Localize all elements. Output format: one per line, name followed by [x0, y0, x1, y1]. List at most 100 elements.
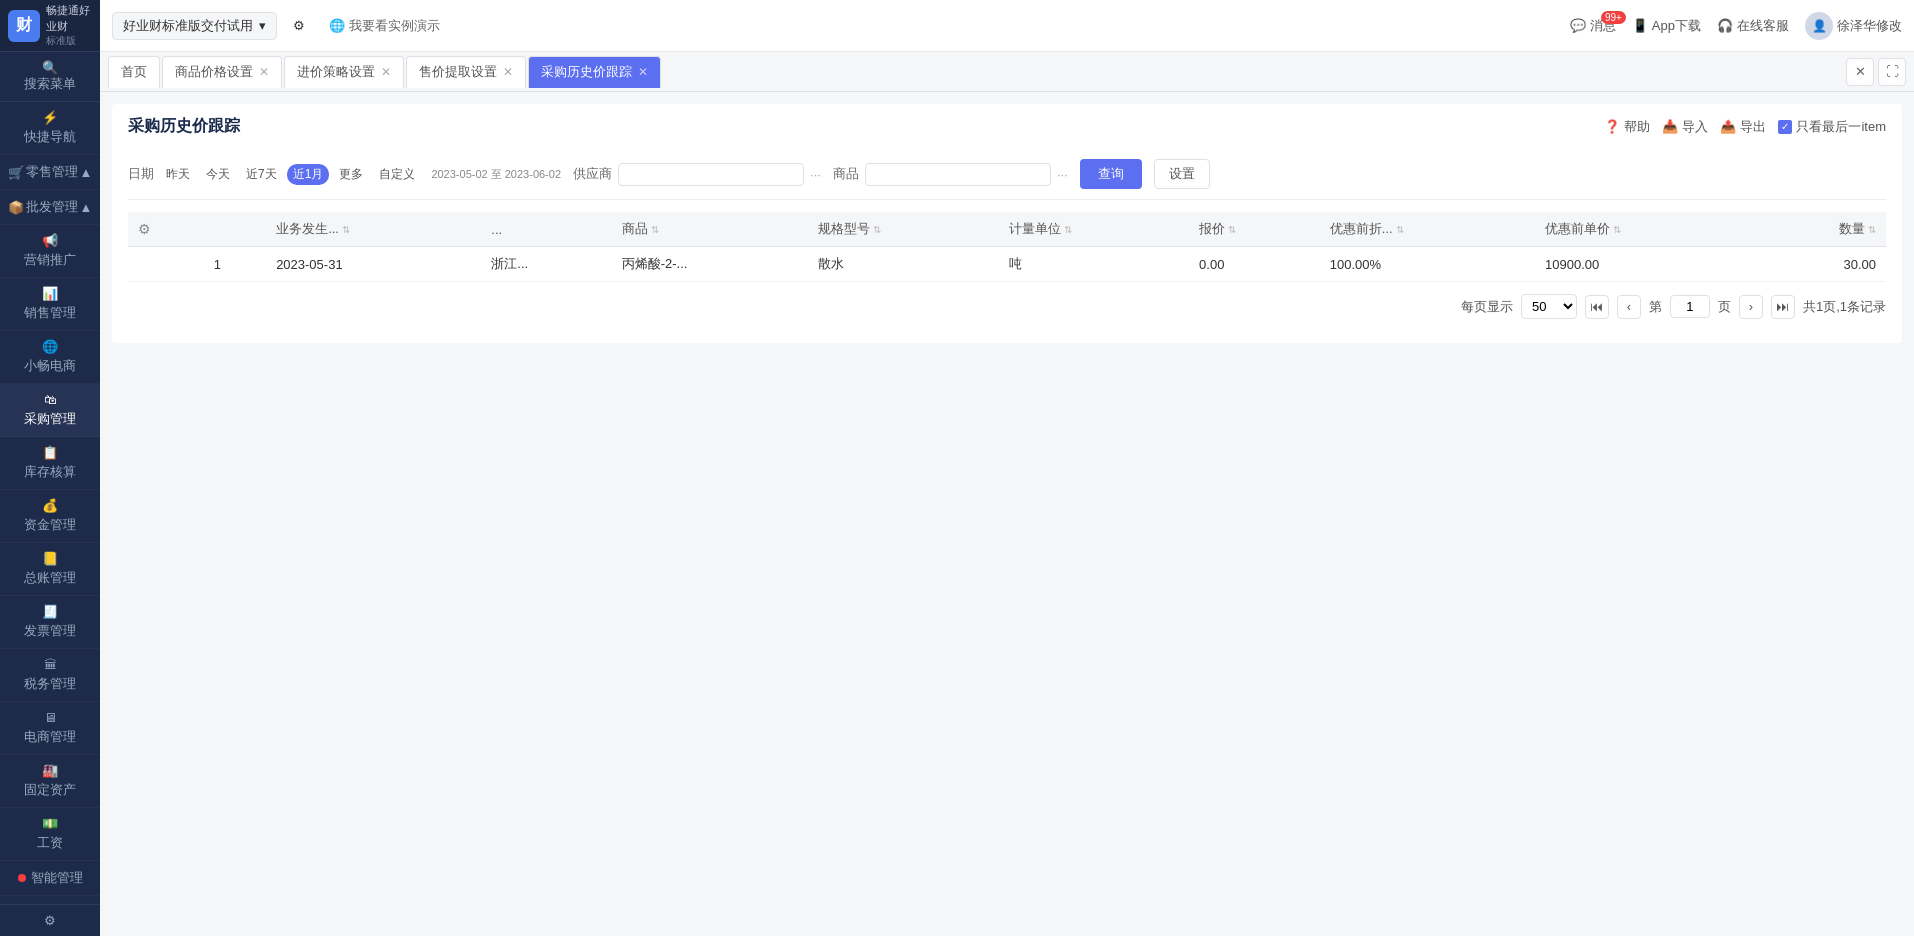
col-biz-date[interactable]: 业务发生... ⇅ — [266, 212, 481, 247]
online-service-btn[interactable]: 🎧 在线客服 — [1717, 17, 1789, 35]
tab-purchase-history-close[interactable]: ✕ — [638, 65, 648, 79]
sidebar-wholesale-label: 批发管理 — [26, 198, 78, 216]
sidebar-item-retail[interactable]: 🛒 零售管理 ▲ — [0, 155, 100, 190]
sidebar-item-ai[interactable]: 智能管理 — [0, 861, 100, 896]
sidebar-item-ecommerce-small[interactable]: 🌐 小畅电商 — [0, 331, 100, 384]
date-option-7days[interactable]: 近7天 — [240, 164, 283, 185]
user-menu-btn[interactable]: 👤 徐泽华修改 — [1805, 12, 1902, 40]
tab-price-settings[interactable]: 商品价格设置 ✕ — [162, 56, 282, 88]
sidebar-item-tax[interactable]: 🏛 税务管理 — [0, 649, 100, 702]
col-quote[interactable]: 报价 ⇅ — [1189, 212, 1320, 247]
sort-icon-goods: ⇅ — [651, 224, 659, 235]
settings-btn[interactable]: ⚙ — [285, 14, 313, 37]
date-option-more[interactable]: 更多 — [333, 164, 369, 185]
sort-icon-pre-discount: ⇅ — [1613, 224, 1621, 235]
messages-btn[interactable]: 💬 消息 99+ — [1570, 17, 1616, 35]
supplier-more-icon[interactable]: ··· — [810, 167, 821, 182]
page-first-btn[interactable]: ⏮ — [1585, 295, 1609, 319]
table-header-row: ⚙ 业务发生... ⇅ ... — [128, 212, 1886, 247]
supplier-input[interactable] — [618, 163, 804, 186]
col-spec-sort[interactable]: 规格型号 ⇅ — [818, 220, 881, 238]
col-more-label: ... — [491, 222, 502, 237]
sidebar-item-payroll[interactable]: 💵 工资 — [0, 808, 100, 861]
date-option-1month[interactable]: 近1月 — [287, 164, 330, 185]
sort-icon-spec: ⇅ — [873, 224, 881, 235]
col-unit-sort[interactable]: 计量单位 ⇅ — [1009, 220, 1072, 238]
help-btn[interactable]: ❓ 帮助 — [1604, 118, 1650, 136]
sidebar-item-assets[interactable]: 🏭 固定资产 — [0, 755, 100, 808]
sidebar-search-label: 搜索菜单 — [8, 75, 92, 93]
page-next-btn[interactable]: › — [1739, 295, 1763, 319]
tab-close-btn[interactable]: ✕ — [1846, 58, 1874, 86]
tab-purchase-strategy-close[interactable]: ✕ — [381, 65, 391, 79]
col-pre-discount-sort[interactable]: 优惠前单价 ⇅ — [1545, 220, 1621, 238]
tab-home[interactable]: 首页 — [108, 56, 160, 88]
supplier-filter-label: 供应商 — [573, 165, 612, 183]
query-button[interactable]: 查询 — [1080, 159, 1142, 189]
sidebar-item-settings[interactable]: ⚙ — [0, 904, 100, 936]
tab-selling-price[interactable]: 售价提取设置 ✕ — [406, 56, 526, 88]
tab-expand-btn[interactable]: ⛶ — [1878, 58, 1906, 86]
sidebar: 财 畅捷通好业财 标准版 🔍 搜索菜单 ⚡ 快捷导航 🛒 零售管理 ▲ 📦 批发… — [0, 0, 100, 936]
col-unit[interactable]: 计量单位 ⇅ — [999, 212, 1189, 247]
sort-icon-quote: ⇅ — [1228, 224, 1236, 235]
sidebar-item-ecommerce[interactable]: 🖥 电商管理 — [0, 702, 100, 755]
tab-purchase-strategy[interactable]: 进价策略设置 ✕ — [284, 56, 404, 88]
date-filter-group: 日期 昨天 今天 近7天 近1月 更多 自定义 2023-05-02 至 202… — [128, 164, 561, 185]
total-info: 共1页,1条记录 — [1803, 298, 1886, 316]
tax-icon: 🏛 — [44, 657, 57, 672]
col-quantity[interactable]: 数量 ⇅ — [1755, 212, 1886, 247]
sidebar-item-sales[interactable]: 📊 销售管理 — [0, 278, 100, 331]
col-goods-sort[interactable]: 商品 ⇅ — [622, 220, 659, 238]
tabs-right-actions: ✕ ⛶ — [1846, 58, 1906, 86]
sidebar-item-finance[interactable]: 💰 资金管理 — [0, 490, 100, 543]
col-biz-date-sort[interactable]: 业务发生... ⇅ — [276, 220, 350, 238]
date-option-yesterday[interactable]: 昨天 — [160, 164, 196, 185]
sidebar-item-ledger[interactable]: 📒 总账管理 — [0, 543, 100, 596]
app-download-btn[interactable]: 📱 App下载 — [1632, 17, 1701, 35]
goods-more-icon[interactable]: ··· — [1057, 167, 1068, 182]
sidebar-ecommerce-small-label: 小畅电商 — [24, 357, 76, 375]
version-selector[interactable]: 好业财标准版交付试用 ▾ — [112, 12, 277, 40]
page-last-btn[interactable]: ⏭ — [1771, 295, 1795, 319]
col-pre-discount-price[interactable]: 优惠前单价 ⇅ — [1535, 212, 1755, 247]
date-option-custom[interactable]: 自定义 — [373, 164, 421, 185]
sidebar-item-inventory[interactable]: 📋 库存核算 — [0, 437, 100, 490]
page-input[interactable] — [1670, 295, 1710, 318]
goods-input[interactable] — [865, 163, 1051, 186]
import-btn[interactable]: 📥 导入 — [1662, 118, 1708, 136]
sidebar-quicknav-label: 快捷导航 — [24, 128, 76, 146]
export-btn[interactable]: 📤 导出 — [1720, 118, 1766, 136]
col-discount-sort[interactable]: 优惠前折... ⇅ — [1330, 220, 1404, 238]
col-quantity-sort[interactable]: 数量 ⇅ — [1839, 220, 1876, 238]
gear-col-icon[interactable]: ⚙ — [138, 221, 151, 237]
settings-button[interactable]: 设置 — [1154, 159, 1210, 189]
col-spec[interactable]: 规格型号 ⇅ — [808, 212, 998, 247]
sidebar-item-wholesale[interactable]: 📦 批发管理 ▲ — [0, 190, 100, 225]
sidebar-item-search[interactable]: 🔍 搜索菜单 — [0, 52, 100, 102]
sidebar-item-marketing[interactable]: 📢 营销推广 — [0, 225, 100, 278]
per-page-select[interactable]: 50 100 200 — [1521, 294, 1577, 319]
col-goods-label: 商品 — [622, 220, 648, 238]
tab-price-settings-label: 商品价格设置 — [175, 63, 253, 81]
only-latest-toggle[interactable]: ✓ 只看最后一item — [1778, 118, 1886, 136]
col-quote-sort[interactable]: 报价 ⇅ — [1199, 220, 1236, 238]
sidebar-ledger-label: 总账管理 — [24, 569, 76, 587]
date-option-today[interactable]: 今天 — [200, 164, 236, 185]
tab-price-settings-close[interactable]: ✕ — [259, 65, 269, 79]
demo-btn[interactable]: 🌐 我要看实例演示 — [329, 17, 440, 35]
col-gear: ⚙ — [128, 212, 204, 247]
sidebar-item-invoice[interactable]: 🧾 发票管理 — [0, 596, 100, 649]
tab-purchase-history[interactable]: 采购历史价跟踪 ✕ — [528, 56, 661, 88]
sidebar-item-purchase[interactable]: 🛍 采购管理 — [0, 384, 100, 437]
tab-selling-price-close[interactable]: ✕ — [503, 65, 513, 79]
sidebar-tax-label: 税务管理 — [24, 675, 76, 693]
col-quote-label: 报价 — [1199, 220, 1225, 238]
sidebar-assets-label: 固定资产 — [24, 781, 76, 799]
row-quote: 0.00 — [1189, 247, 1320, 282]
sidebar-item-quick-nav[interactable]: ⚡ 快捷导航 — [0, 102, 100, 155]
goods-filter-group: 商品 ··· — [833, 163, 1068, 186]
col-discount[interactable]: 优惠前折... ⇅ — [1320, 212, 1535, 247]
page-prev-btn[interactable]: ‹ — [1617, 295, 1641, 319]
col-goods[interactable]: 商品 ⇅ — [612, 212, 809, 247]
